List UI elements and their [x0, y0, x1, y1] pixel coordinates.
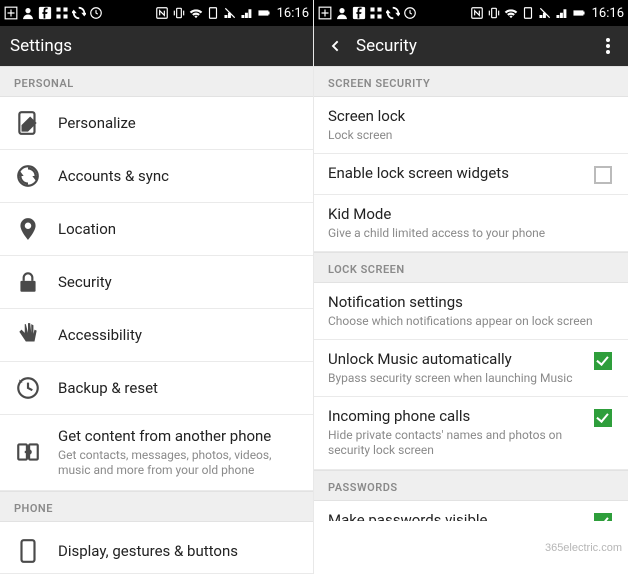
nfc-icon	[470, 6, 484, 20]
status-bar: 16:16	[314, 0, 628, 26]
battery-icon	[572, 6, 586, 20]
facebook-icon	[38, 6, 52, 20]
sync-icon	[386, 6, 400, 20]
hand-icon	[14, 321, 42, 349]
row-screen-lock[interactable]: Screen lock Lock screen	[314, 97, 628, 154]
row-title: Screen lock	[328, 107, 606, 127]
wifi-icon	[504, 6, 518, 20]
status-time: 16:16	[592, 6, 624, 21]
vibrate-icon	[487, 6, 501, 20]
row-kid-mode[interactable]: Kid Mode Give a child limited access to …	[314, 195, 628, 252]
vibrate-icon	[172, 6, 186, 20]
row-title: Backup & reset	[58, 379, 299, 398]
row-sub: Choose which notifications appear on loc…	[328, 314, 606, 330]
row-title: Notification settings	[328, 293, 606, 313]
phone-display-icon	[14, 537, 42, 565]
row-unlock-music[interactable]: Unlock Music automatically Bypass securi…	[314, 340, 628, 397]
section-header-screen-security: SCREEN SECURITY	[314, 66, 628, 97]
backup-icon	[14, 374, 42, 402]
row-title: Get content from another phone	[58, 427, 299, 446]
row-incoming-calls[interactable]: Incoming phone calls Hide private contac…	[314, 397, 628, 470]
status-bar: 16:16	[0, 0, 313, 26]
section-header-phone: PHONE	[0, 491, 313, 522]
person-icon	[21, 6, 35, 20]
sim-icon	[521, 6, 535, 20]
grid-icon	[55, 6, 69, 20]
row-sub: Give a child limited access to your phon…	[328, 226, 606, 242]
signal-icon	[240, 6, 254, 20]
checkbox-checked[interactable]	[594, 409, 612, 427]
row-title: Make passwords visible	[328, 511, 584, 521]
lock-icon	[14, 268, 42, 296]
row-sub: Get contacts, messages, photos, videos, …	[58, 448, 299, 478]
row-title: Personalize	[58, 114, 299, 133]
no-signal-icon	[538, 6, 552, 20]
checkbox-unchecked[interactable]	[594, 166, 612, 184]
sync-circle-icon	[14, 162, 42, 190]
row-sub: Hide private contacts' names and photos …	[328, 428, 584, 459]
signal-icon	[555, 6, 569, 20]
row-location[interactable]: Location	[0, 203, 313, 256]
row-get-content[interactable]: Get content from another phone Get conta…	[0, 415, 313, 491]
no-signal-icon	[223, 6, 237, 20]
row-sub: Bypass security screen when launching Mu…	[328, 371, 584, 387]
appbar-title: Security	[356, 36, 417, 56]
row-title: Enable lock screen widgets	[328, 164, 584, 184]
plus-icon	[4, 6, 18, 20]
battery-icon	[257, 6, 271, 20]
screen-security: 16:16 Security SCREEN SECURITY Screen lo…	[314, 0, 628, 574]
plus-icon	[318, 6, 332, 20]
wifi-icon	[189, 6, 203, 20]
row-enable-widgets[interactable]: Enable lock screen widgets	[314, 154, 628, 195]
row-personalize[interactable]: Personalize	[0, 97, 313, 150]
row-backup-reset[interactable]: Backup & reset	[0, 362, 313, 415]
nfc-icon	[155, 6, 169, 20]
back-button[interactable]	[324, 35, 346, 57]
row-display-gestures[interactable]: Display, gestures & buttons	[0, 522, 313, 574]
screen-settings: 16:16 Settings PERSONAL Personalize Acco…	[0, 0, 314, 574]
row-passwords-visible[interactable]: Make passwords visible	[314, 501, 628, 521]
row-title: Incoming phone calls	[328, 407, 584, 427]
grid-icon	[369, 6, 383, 20]
person-icon	[335, 6, 349, 20]
section-header-personal: PERSONAL	[0, 66, 313, 97]
overflow-menu-button[interactable]	[598, 38, 618, 54]
personalize-icon	[14, 109, 42, 137]
checkbox-checked[interactable]	[594, 513, 612, 521]
row-title: Location	[58, 220, 299, 239]
status-time: 16:16	[277, 6, 309, 21]
section-header-passwords: PASSWORDS	[314, 470, 628, 501]
sync-icon	[72, 6, 86, 20]
section-header-lock-screen: LOCK SCREEN	[314, 252, 628, 283]
watermark: 365electric.com	[545, 542, 622, 554]
row-title: Accessibility	[58, 326, 299, 345]
checkbox-checked[interactable]	[594, 352, 612, 370]
sim-icon	[206, 6, 220, 20]
appbar-title: Settings	[10, 36, 72, 56]
row-accessibility[interactable]: Accessibility	[0, 309, 313, 362]
row-accounts-sync[interactable]: Accounts & sync	[0, 150, 313, 203]
row-sub: Lock screen	[328, 128, 606, 144]
row-security[interactable]: Security	[0, 256, 313, 309]
appbar-security: Security	[314, 26, 628, 66]
location-icon	[14, 215, 42, 243]
row-title: Unlock Music automatically	[328, 350, 584, 370]
row-notification-settings[interactable]: Notification settings Choose which notif…	[314, 283, 628, 340]
clock-icon	[89, 6, 103, 20]
transfer-icon	[14, 438, 42, 466]
clock-icon	[403, 6, 417, 20]
row-title: Kid Mode	[328, 205, 606, 225]
facebook-icon	[352, 6, 366, 20]
row-title: Security	[58, 273, 299, 292]
appbar-settings: Settings	[0, 26, 313, 66]
row-title: Accounts & sync	[58, 167, 299, 186]
